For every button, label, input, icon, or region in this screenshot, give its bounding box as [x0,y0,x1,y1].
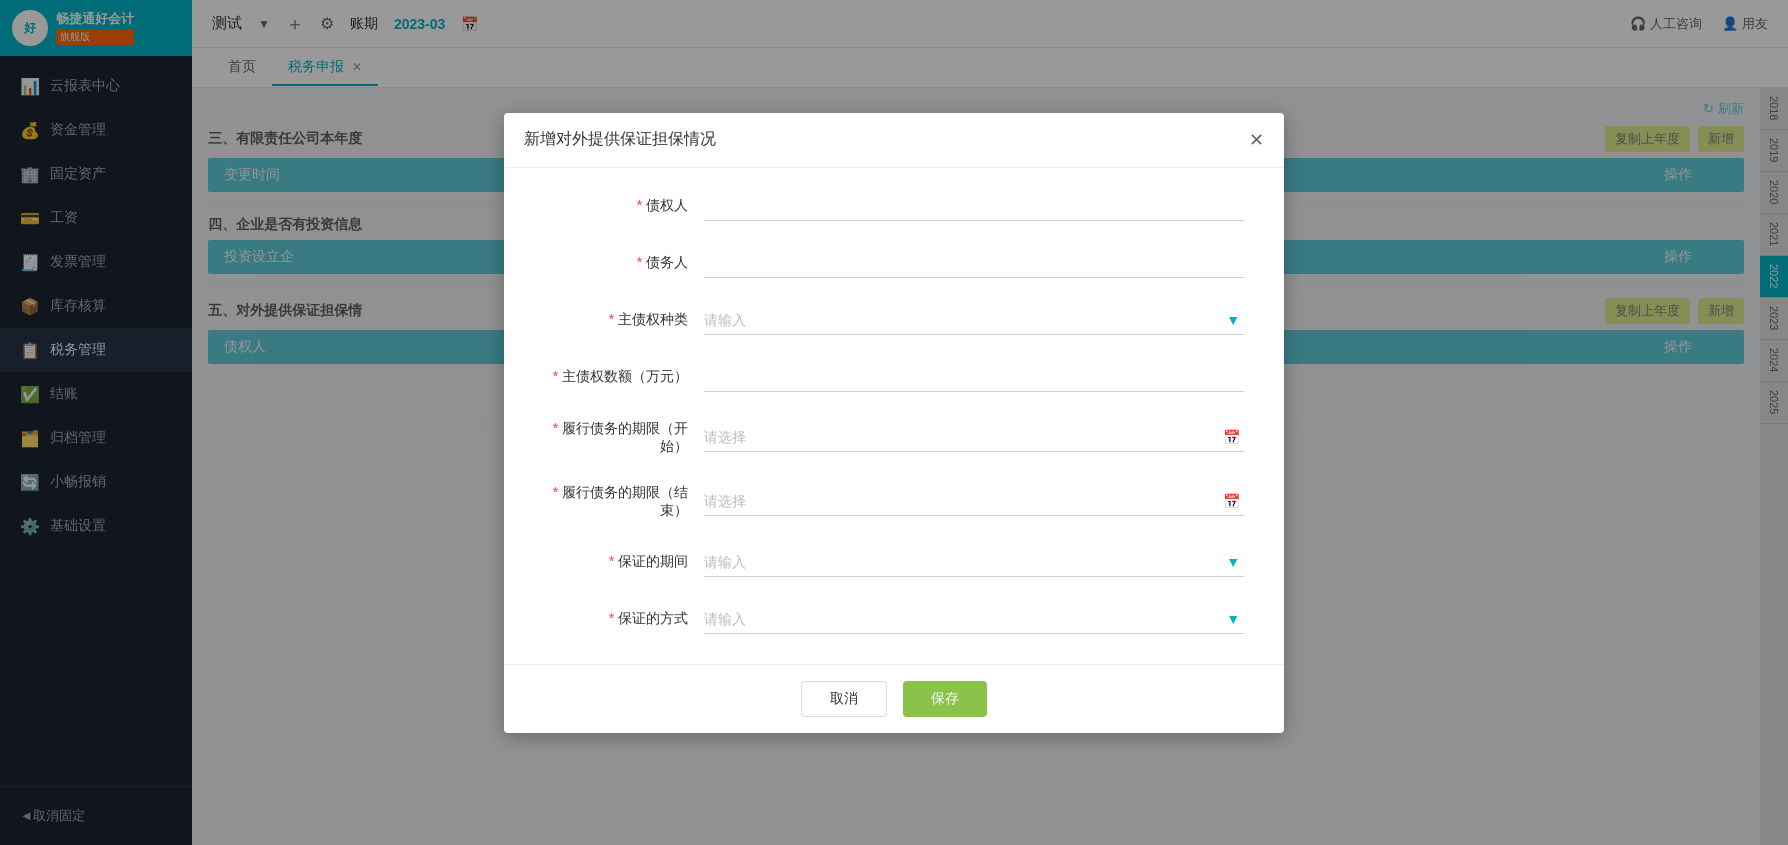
guarantee-period-chevron-icon[interactable]: ▼ [1222,550,1244,574]
guarantee-period-input[interactable] [704,548,1222,576]
main-content: 测试 ▼ ＋ ⚙ 账期 2023-03 📅 🎧 人工咨询 👤 用友 首页 [192,0,1788,845]
form-row-creditor: * 债权人 [544,192,1244,221]
debtor-input[interactable] [704,249,1244,278]
guarantee-period-select-wrapper: ▼ [704,548,1244,577]
debtor-label: * 债务人 [544,254,704,272]
obligation-start-calendar-icon[interactable]: 📅 [1219,425,1244,449]
page-body-wrapper: ↻ 刷新 三、有限责任公司本年度 复制上年度 新增 变更时间 操作 [192,88,1788,845]
obligation-start-date-wrapper: 📅 [704,423,1244,452]
form-row-guarantee-method: * 保证的方式 ▼ [544,605,1244,634]
save-button[interactable]: 保存 [903,681,987,717]
obligation-start-input[interactable] [704,423,1219,451]
dialog-footer: 取消 保存 [504,664,1284,733]
claim-type-input[interactable] [704,306,1222,334]
dialog-body: * 债权人 * 债务人 [504,168,1284,664]
dialog-overlay: 新增对外提供保证担保情况 ✕ * 债权人 [192,88,1788,845]
dialog-close-icon[interactable]: ✕ [1249,129,1264,151]
required-star-5: * [553,420,558,436]
form-row-claim-type: * 主债权种类 ▼ [544,306,1244,335]
form-row-debtor: * 债务人 [544,249,1244,278]
required-star-8: * [609,610,614,626]
required-star-2: * [637,254,642,270]
obligation-start-label: * 履行债务的期限（开始） [544,420,704,456]
claim-type-select-wrapper: ▼ [704,306,1244,335]
guarantee-method-label: * 保证的方式 [544,610,704,628]
dialog: 新增对外提供保证担保情况 ✕ * 债权人 [504,113,1284,733]
form-row-obligation-end: * 履行债务的期限（结束） 📅 [544,484,1244,520]
required-star-3: * [609,311,614,327]
cancel-button[interactable]: 取消 [801,681,887,717]
form-row-obligation-start: * 履行债务的期限（开始） 📅 [544,420,1244,456]
guarantee-method-select-wrapper: ▼ [704,605,1244,634]
guarantee-method-chevron-icon[interactable]: ▼ [1222,607,1244,631]
creditor-label: * 债权人 [544,197,704,215]
obligation-end-input[interactable] [704,487,1219,515]
form-row-guarantee-period: * 保证的期间 ▼ [544,548,1244,577]
required-star-7: * [609,553,614,569]
claim-amount-label: * 主债权数额（万元） [544,368,704,386]
creditor-input[interactable] [704,192,1244,221]
required-star: * [637,197,642,213]
guarantee-period-label: * 保证的期间 [544,553,704,571]
required-star-4: * [553,368,558,384]
claim-type-label: * 主债权种类 [544,311,704,329]
obligation-end-label: * 履行债务的期限（结束） [544,484,704,520]
required-star-6: * [553,484,558,500]
guarantee-method-input[interactable] [704,605,1222,633]
obligation-end-date-wrapper: 📅 [704,487,1244,516]
dialog-title: 新增对外提供保证担保情况 [524,129,716,150]
obligation-end-calendar-icon[interactable]: 📅 [1219,489,1244,513]
form-row-claim-amount: * 主债权数额（万元） [544,363,1244,392]
claim-type-chevron-icon[interactable]: ▼ [1222,308,1244,332]
dialog-header: 新增对外提供保证担保情况 ✕ [504,113,1284,168]
claim-amount-input[interactable] [704,363,1244,392]
